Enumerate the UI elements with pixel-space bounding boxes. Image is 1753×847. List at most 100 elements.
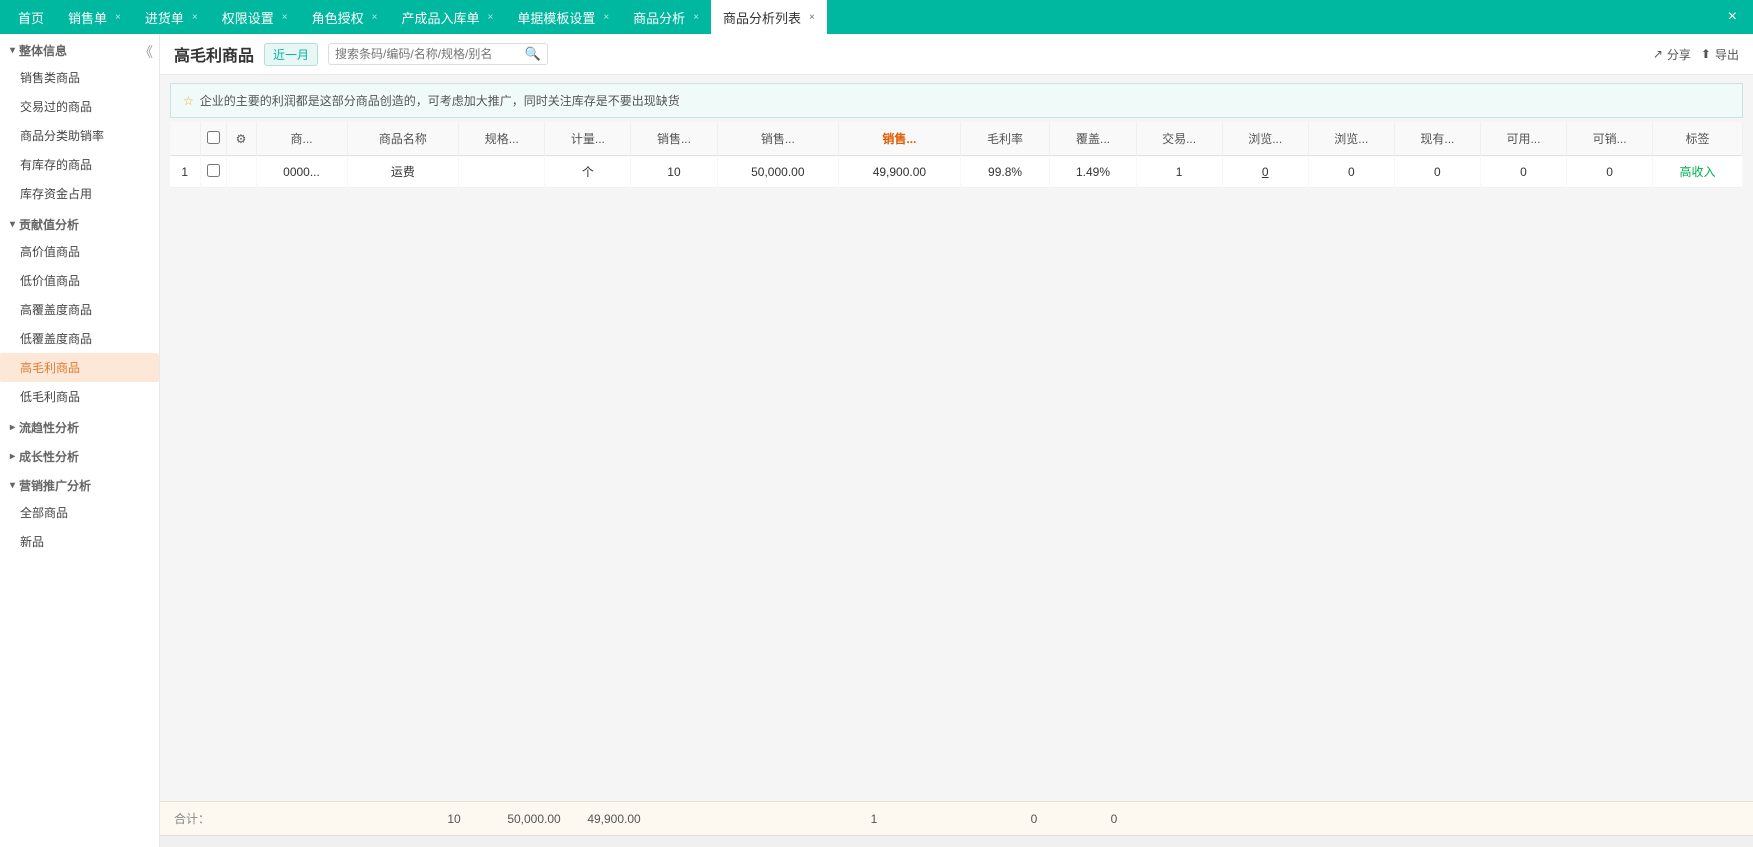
close-icon[interactable]: × — [809, 12, 815, 23]
col-browse2: 浏览... — [1308, 122, 1394, 156]
data-table: ⚙ 商... 商品名称 规格... 计量... — [170, 122, 1743, 188]
col-settings[interactable]: ⚙ — [226, 122, 256, 156]
chevron-down-icon: ▾ — [10, 45, 15, 56]
nav-item-analysis[interactable]: 商品分析 × — [621, 0, 711, 34]
share-button[interactable]: ↗ 分享 — [1653, 46, 1691, 63]
cell-unit: 个 — [545, 156, 631, 188]
cell-empty — [226, 156, 256, 188]
sidebar: 《 ▾ 整体信息 销售类商品 交易过的商品 商品分类助销率 有库存的商品 库存资… — [0, 34, 160, 847]
sidebar-item-low-coverage[interactable]: 低覆盖度商品 — [0, 324, 159, 353]
cell-browse2: 0 — [1308, 156, 1394, 188]
nav-item-purchase[interactable]: 进货单 × — [133, 0, 210, 34]
col-code: 商... — [256, 122, 347, 156]
sidebar-item-sales-goods[interactable]: 销售类商品 — [0, 63, 159, 92]
tag-badge: 高收入 — [1680, 165, 1716, 179]
sidebar-item-stock-capital[interactable]: 库存资金占用 — [0, 179, 159, 208]
nav-item-template[interactable]: 单据模板设置 × — [505, 0, 621, 34]
export-icon: ⬆ — [1701, 47, 1711, 61]
cell-sales-amount: 50,000.00 — [717, 156, 839, 188]
col-name: 商品名称 — [347, 122, 459, 156]
table-header-row: ⚙ 商... 商品名称 规格... 计量... — [170, 122, 1743, 156]
header-actions: ↗ 分享 ⬆ 导出 — [1653, 46, 1739, 63]
sidebar-group-contribution[interactable]: ▾ 贡献值分析 — [0, 208, 159, 237]
footer-sales-profit: 49,900.00 — [574, 812, 654, 826]
cell-browse1[interactable]: 0 — [1222, 156, 1308, 188]
sidebar-item-high-coverage[interactable]: 高覆盖度商品 — [0, 295, 159, 324]
close-icon[interactable]: × — [603, 12, 609, 23]
search-box[interactable]: 🔍 — [328, 43, 548, 65]
close-icon[interactable]: × — [115, 12, 121, 23]
col-coverage: 覆盖... — [1050, 122, 1136, 156]
sidebar-group-overall[interactable]: ▾ 整体信息 — [0, 34, 159, 63]
info-bar: ☆ 企业的主要的利润都是这部分商品创造的，可考虑加大推广，同时关注库存是不要出现… — [170, 83, 1743, 118]
sidebar-item-traded-goods[interactable]: 交易过的商品 — [0, 92, 159, 121]
sidebar-item-category-rate[interactable]: 商品分类助销率 — [0, 121, 159, 150]
nav-item-analysis-list[interactable]: 商品分析列表 × — [711, 0, 827, 34]
sidebar-item-in-stock[interactable]: 有库存的商品 — [0, 150, 159, 179]
sidebar-item-high-value[interactable]: 高价值商品 — [0, 237, 159, 266]
search-input[interactable] — [335, 47, 525, 61]
search-icon[interactable]: 🔍 — [525, 46, 541, 62]
col-sales-qty: 销售... — [631, 122, 717, 156]
cell-checkbox[interactable] — [200, 156, 226, 188]
col-checkbox[interactable] — [200, 122, 226, 156]
filter-recent-month-button[interactable]: 近一月 — [264, 43, 318, 66]
window-close-button[interactable]: × — [1718, 8, 1747, 26]
chevron-right-icon: ▸ — [10, 451, 15, 462]
top-navigation: 首页 销售单 × 进货单 × 权限设置 × 角色授权 × 产成品入库单 × 单据… — [0, 0, 1753, 34]
row-checkbox[interactable] — [207, 164, 220, 177]
footer-browse2: 0 — [994, 812, 1074, 826]
cell-sales-qty: 10 — [631, 156, 717, 188]
nav-item-role[interactable]: 角色授权 × — [300, 0, 390, 34]
cell-coverage: 1.49% — [1050, 156, 1136, 188]
close-icon[interactable]: × — [372, 12, 378, 23]
share-icon: ↗ — [1653, 47, 1663, 61]
sidebar-group-growth[interactable]: ▸ 成长性分析 — [0, 440, 159, 469]
close-icon[interactable]: × — [282, 12, 288, 23]
sidebar-collapse-button[interactable]: 《 — [139, 42, 153, 62]
footer-transaction: 1 — [834, 812, 914, 826]
chevron-down-icon: ▾ — [10, 480, 15, 491]
select-all-checkbox[interactable] — [207, 131, 220, 144]
sidebar-item-new-goods[interactable]: 新品 — [0, 527, 159, 556]
col-unit: 计量... — [545, 122, 631, 156]
chevron-down-icon: ▾ — [10, 219, 15, 230]
footer-sales-amount: 50,000.00 — [494, 812, 574, 826]
cell-transaction: 1 — [1136, 156, 1222, 188]
table-row: 1 0000... 运费 个 10 50,000.00 49,900.00 99… — [170, 156, 1743, 188]
nav-item-storage[interactable]: 产成品入库单 × — [389, 0, 505, 34]
content-header: 高毛利商品 近一月 🔍 ↗ 分享 ⬆ 导出 — [160, 34, 1753, 75]
horizontal-scrollbar[interactable] — [160, 835, 1753, 847]
close-icon[interactable]: × — [192, 12, 198, 23]
cell-spec — [459, 156, 545, 188]
cell-name: 运费 — [347, 156, 459, 188]
col-sales-profit: 销售... — [839, 122, 961, 156]
sidebar-group-trend[interactable]: ▸ 流趋性分析 — [0, 411, 159, 440]
col-browse1: 浏览... — [1222, 122, 1308, 156]
content-area: 高毛利商品 近一月 🔍 ↗ 分享 ⬆ 导出 ☆ 企业的主要的利润都是这部分商品创… — [160, 34, 1753, 847]
col-sales-amount: 销售... — [717, 122, 839, 156]
sidebar-item-all-goods[interactable]: 全部商品 — [0, 498, 159, 527]
export-button[interactable]: ⬆ 导出 — [1701, 46, 1739, 63]
cell-available: 0 — [1480, 156, 1566, 188]
footer-current: 0 — [1074, 812, 1154, 826]
col-available: 可用... — [1480, 122, 1566, 156]
close-icon[interactable]: × — [487, 12, 493, 23]
table-container[interactable]: ⚙ 商... 商品名称 规格... 计量... — [160, 122, 1753, 801]
col-index — [170, 122, 200, 156]
nav-item-sales[interactable]: 销售单 × — [56, 0, 133, 34]
cell-tag: 高收入 — [1653, 156, 1743, 188]
sidebar-group-marketing[interactable]: ▾ 营销推广分析 — [0, 469, 159, 498]
cell-saleable: 0 — [1567, 156, 1653, 188]
close-icon[interactable]: × — [693, 12, 699, 23]
nav-item-permission[interactable]: 权限设置 × — [210, 0, 300, 34]
sidebar-item-low-margin[interactable]: 低毛利商品 — [0, 382, 159, 411]
total-label: 合计： — [174, 810, 210, 827]
sidebar-item-low-value[interactable]: 低价值商品 — [0, 266, 159, 295]
nav-item-home[interactable]: 首页 — [6, 0, 56, 34]
col-tag: 标签 — [1653, 122, 1743, 156]
col-current: 现有... — [1394, 122, 1480, 156]
footer-sales-qty: 10 — [414, 812, 494, 826]
sidebar-item-high-margin[interactable]: 高毛利商品 — [0, 353, 159, 382]
footer-totals: 合计： 10 50,000.00 49,900.00 1 0 0 — [160, 801, 1753, 835]
